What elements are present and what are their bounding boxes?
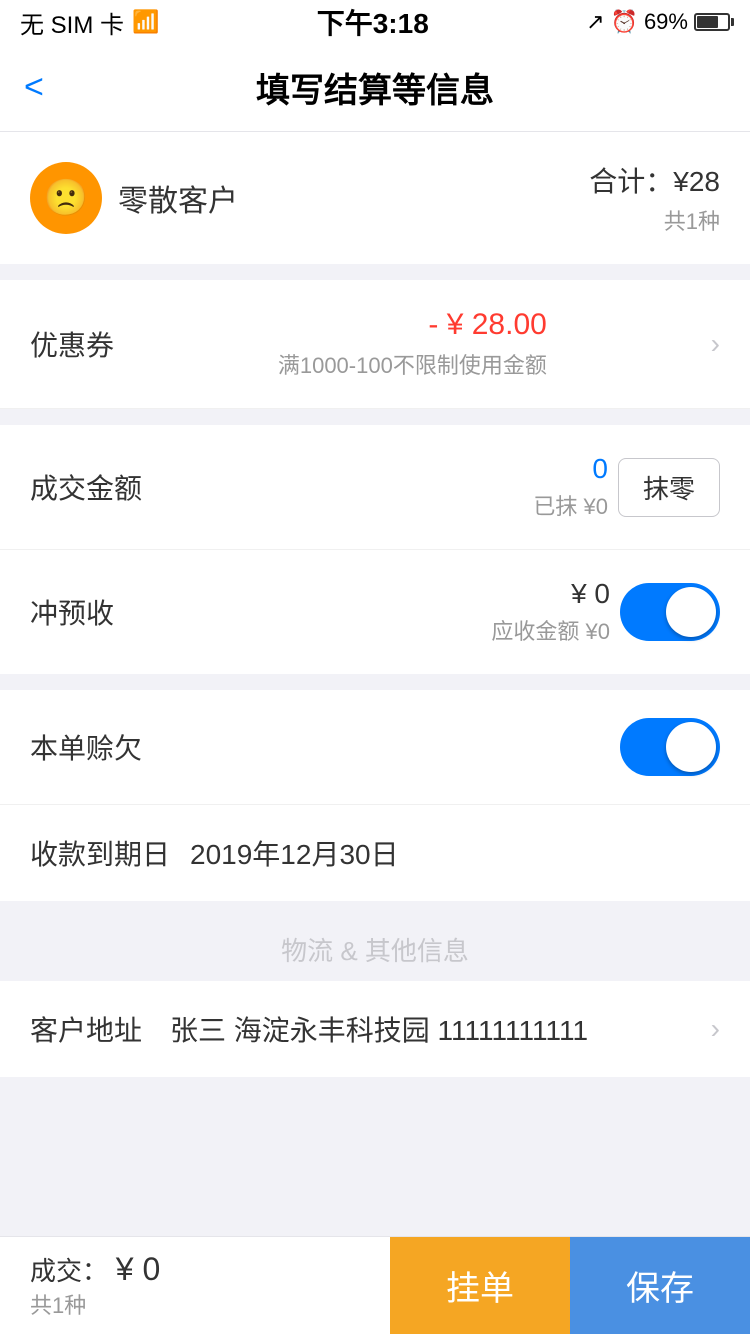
bottom-deal-label: 成交： bbox=[30, 1256, 108, 1286]
prepayment-label: 冲预收 bbox=[30, 592, 114, 632]
coupon-card: 优惠券 - ¥ 28.00 满1000-100不限制使用金额 › bbox=[0, 280, 750, 409]
credit-row: 本单赊欠 bbox=[0, 690, 750, 804]
total-label: 合计：¥28 bbox=[589, 160, 720, 200]
customer-left: 🙁 零散客户 bbox=[30, 162, 238, 234]
transaction-row: 成交金额 0 已抹 ¥0 抹零 bbox=[0, 425, 750, 550]
duedate-value: 2019年12月30日 bbox=[190, 833, 399, 873]
wifi-icon: 📶 bbox=[132, 9, 159, 35]
coupon-chevron: › bbox=[711, 328, 720, 360]
prepayment-row: 冲预收 ¥ 0 应收金额 ¥0 bbox=[0, 550, 750, 674]
credit-toggle-knob bbox=[666, 722, 716, 772]
coupon-desc: 满1000-100不限制使用金额 bbox=[278, 348, 547, 380]
credit-label: 本单赊欠 bbox=[30, 727, 142, 767]
customer-name: 零散客户 bbox=[118, 176, 238, 220]
prepayment-toggle[interactable] bbox=[620, 583, 720, 641]
alarm-icon: ⏰ bbox=[611, 9, 638, 35]
avatar-icon: 🙁 bbox=[44, 177, 89, 219]
back-button[interactable]: < bbox=[24, 68, 44, 107]
bottom-amount: ¥ 0 bbox=[116, 1251, 160, 1287]
transaction-label: 成交金额 bbox=[30, 467, 142, 507]
logistics-divider: 物流 & 其他信息 bbox=[0, 917, 750, 981]
address-value: 张三 海淀永丰科技园 11111111111 bbox=[170, 1009, 701, 1049]
main-content: 🙁 零散客户 合计：¥28 共1种 优惠券 - ¥ 28.00 满1000-10… bbox=[0, 132, 750, 1191]
save-button[interactable]: 保存 bbox=[570, 1237, 750, 1334]
customer-card: 🙁 零散客户 合计：¥28 共1种 bbox=[0, 132, 750, 264]
transaction-sub: 已抹 ¥0 bbox=[533, 489, 608, 521]
duedate-row: 收款到期日 2019年12月30日 bbox=[0, 804, 750, 901]
logistics-label: 物流 & 其他信息 bbox=[281, 931, 469, 968]
coupon-row[interactable]: 优惠券 - ¥ 28.00 满1000-100不限制使用金额 › bbox=[0, 280, 750, 409]
total-count: 共1种 bbox=[589, 204, 720, 236]
location-icon: ↗ bbox=[586, 9, 604, 35]
status-time: 下午3:18 bbox=[317, 2, 429, 42]
transaction-value: 0 bbox=[533, 453, 608, 485]
duedate-label: 收款到期日 bbox=[30, 833, 170, 873]
transaction-value-area: 0 已抹 ¥0 抹零 bbox=[533, 453, 720, 521]
page-title: 填写结算等信息 bbox=[256, 63, 494, 112]
coupon-right: - ¥ 28.00 满1000-100不限制使用金额 bbox=[278, 308, 547, 380]
battery-percent: 69% bbox=[644, 9, 688, 35]
transaction-card: 成交金额 0 已抹 ¥0 抹零 冲预收 ¥ 0 应收金额 ¥0 bbox=[0, 425, 750, 674]
bottom-count: 共1种 bbox=[30, 1288, 360, 1320]
bottom-bar: 成交： ¥ 0 共1种 挂单 保存 bbox=[0, 1236, 750, 1334]
credit-toggle[interactable] bbox=[620, 718, 720, 776]
prepayment-amount: ¥ 0 bbox=[491, 578, 610, 610]
customer-row: 🙁 零散客户 合计：¥28 共1种 bbox=[0, 132, 750, 264]
toggle-knob bbox=[666, 587, 716, 637]
hang-button[interactable]: 挂单 bbox=[390, 1237, 570, 1334]
coupon-amount: - ¥ 28.00 bbox=[278, 308, 547, 342]
address-card[interactable]: 客户地址 张三 海淀永丰科技园 11111111111 › bbox=[0, 981, 750, 1077]
address-row[interactable]: 客户地址 张三 海淀永丰科技园 11111111111 › bbox=[0, 981, 750, 1077]
address-chevron: › bbox=[711, 1013, 720, 1045]
credit-card: 本单赊欠 收款到期日 2019年12月30日 bbox=[0, 690, 750, 901]
carrier-label: 无 SIM 卡 bbox=[20, 5, 124, 40]
battery-icon bbox=[694, 13, 730, 31]
bottom-info: 成交： ¥ 0 共1种 bbox=[0, 1251, 390, 1320]
prepayment-sub: 应收金额 ¥0 bbox=[491, 614, 610, 646]
coupon-label: 优惠券 bbox=[30, 324, 114, 364]
status-bar: 无 SIM 卡 📶 下午3:18 ↗ ⏰ 69% bbox=[0, 0, 750, 44]
customer-right: 合计：¥28 共1种 bbox=[589, 160, 720, 236]
avatar: 🙁 bbox=[30, 162, 102, 234]
address-label: 客户地址 bbox=[30, 1009, 150, 1049]
credit-value-area bbox=[620, 718, 720, 776]
prepayment-value-area: ¥ 0 应收金额 ¥0 bbox=[491, 578, 720, 646]
round-zero-button[interactable]: 抹零 bbox=[618, 458, 720, 517]
status-left: 无 SIM 卡 📶 bbox=[20, 5, 159, 40]
nav-bar: < 填写结算等信息 bbox=[0, 44, 750, 132]
status-right: ↗ ⏰ 69% bbox=[586, 9, 730, 35]
